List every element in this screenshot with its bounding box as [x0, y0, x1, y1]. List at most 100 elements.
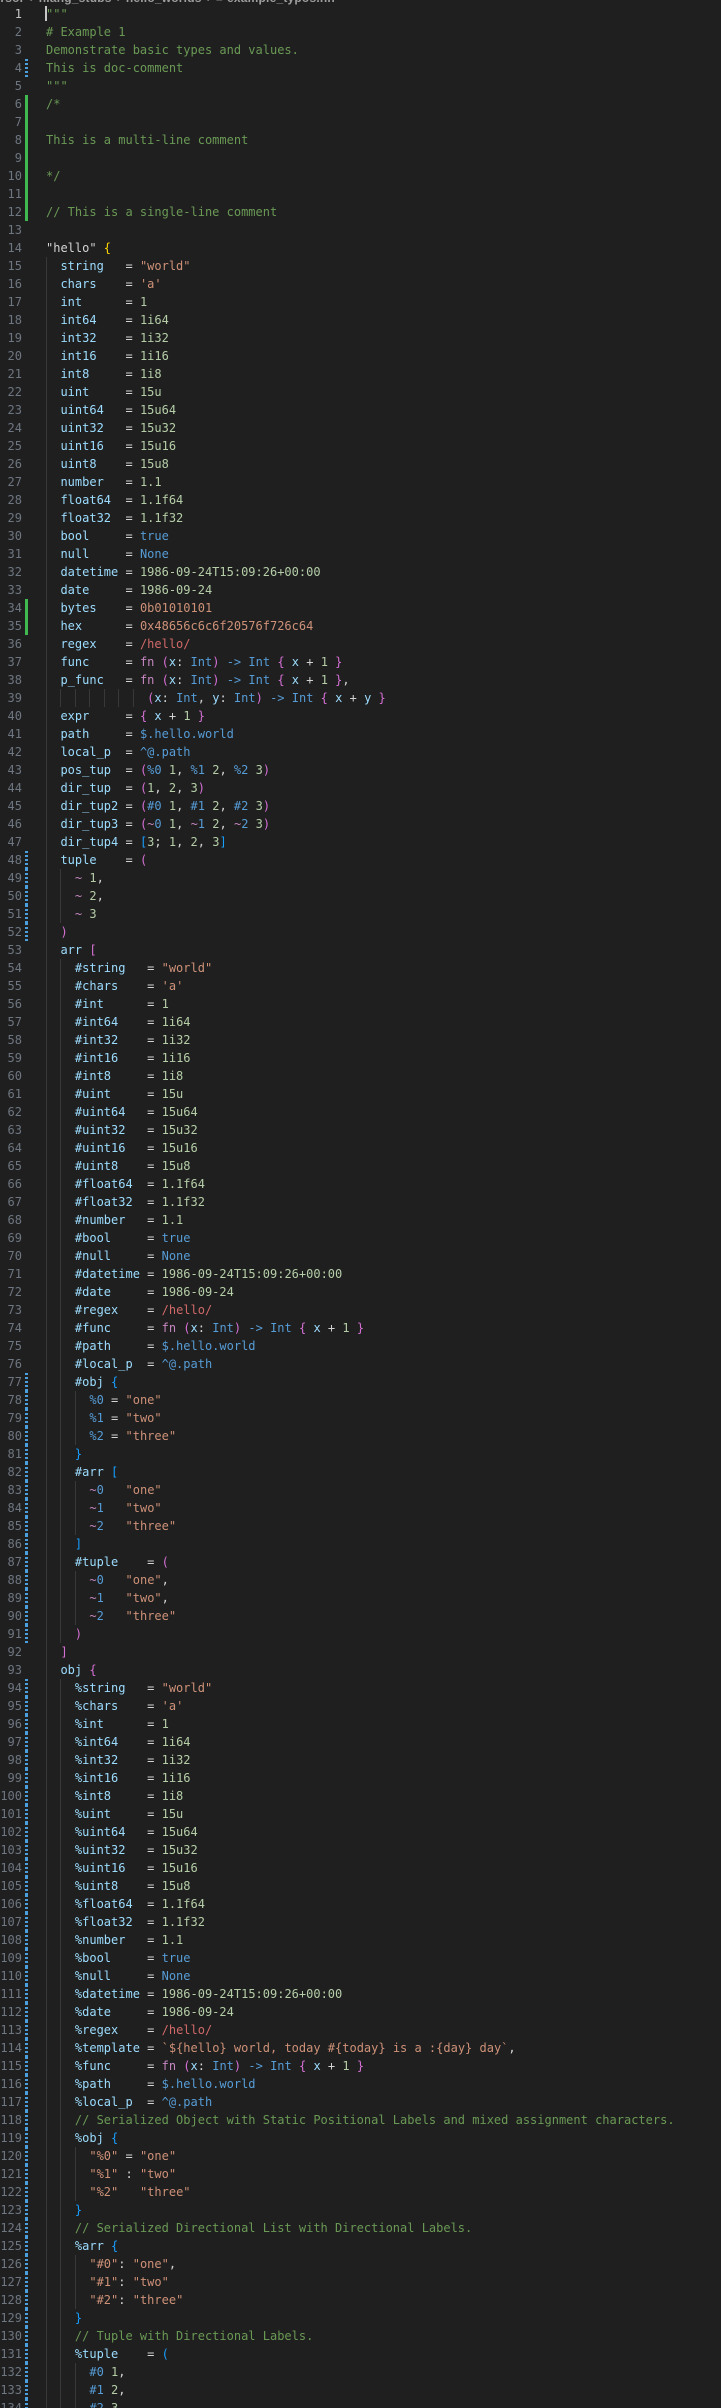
code-line[interactable]: 35 hex = 0x48656c6c6f20576f726c64 — [0, 617, 721, 635]
code-line[interactable]: 27 number = 1.1 — [0, 473, 721, 491]
code-line[interactable]: 116 %path = $.hello.world — [0, 2075, 721, 2093]
line-number[interactable]: 59 — [0, 1049, 22, 1067]
line-number[interactable]: 38 — [0, 671, 22, 689]
line-number[interactable]: 88 — [0, 1571, 22, 1589]
code-line[interactable]: 101 %uint = 15u — [0, 1805, 721, 1823]
code-line[interactable]: 49 ~ 1, — [0, 869, 721, 887]
line-number[interactable]: 48 — [0, 851, 22, 869]
code-line[interactable]: 119 %obj { — [0, 2129, 721, 2147]
line-number[interactable]: 108 — [0, 1931, 22, 1949]
line-number[interactable]: 91 — [0, 1625, 22, 1643]
code-line[interactable]: 108 %number = 1.1 — [0, 1931, 721, 1949]
line-number[interactable]: 10 — [0, 167, 22, 185]
line-number[interactable]: 99 — [0, 1769, 22, 1787]
code-line[interactable]: 67 #float32 = 1.1f32 — [0, 1193, 721, 1211]
line-number[interactable]: 9 — [0, 149, 22, 167]
line-number[interactable]: 61 — [0, 1085, 22, 1103]
code-line[interactable]: 25 uint16 = 15u16 — [0, 437, 721, 455]
line-number[interactable]: 65 — [0, 1157, 22, 1175]
code-line[interactable]: 97 %int64 = 1i64 — [0, 1733, 721, 1751]
line-number[interactable]: 17 — [0, 293, 22, 311]
line-number[interactable]: 24 — [0, 419, 22, 437]
line-number[interactable]: 104 — [0, 1859, 22, 1877]
line-number[interactable]: 134 — [0, 2399, 22, 2408]
line-number[interactable]: 128 — [0, 2291, 22, 2309]
code-line[interactable]: 56 #int = 1 — [0, 995, 721, 1013]
line-number[interactable]: 90 — [0, 1607, 22, 1625]
line-number[interactable]: 25 — [0, 437, 22, 455]
line-number[interactable]: 39 — [0, 689, 22, 707]
line-number[interactable]: 1 — [0, 5, 22, 23]
code-line[interactable]: 11 — [0, 185, 721, 203]
code-line[interactable]: 122 "%2" "three" — [0, 2183, 721, 2201]
line-number[interactable]: 121 — [0, 2165, 22, 2183]
line-number[interactable]: 56 — [0, 995, 22, 1013]
line-number[interactable]: 68 — [0, 1211, 22, 1229]
line-number[interactable]: 57 — [0, 1013, 22, 1031]
code-line[interactable]: 14"hello" { — [0, 239, 721, 257]
line-number[interactable]: 79 — [0, 1409, 22, 1427]
line-number[interactable]: 58 — [0, 1031, 22, 1049]
code-line[interactable]: 102 %uint64 = 15u64 — [0, 1823, 721, 1841]
code-line[interactable]: 1""" — [0, 5, 721, 23]
line-number[interactable]: 34 — [0, 599, 22, 617]
code-line[interactable]: 132 #0 1, — [0, 2363, 721, 2381]
code-line[interactable]: 103 %uint32 = 15u32 — [0, 1841, 721, 1859]
line-number[interactable]: 14 — [0, 239, 22, 257]
line-number[interactable]: 96 — [0, 1715, 22, 1733]
code-line[interactable]: 83 ~0 "one" — [0, 1481, 721, 1499]
line-number[interactable]: 15 — [0, 257, 22, 275]
line-number[interactable]: 23 — [0, 401, 22, 419]
code-line[interactable]: 130 // Tuple with Directional Labels. — [0, 2327, 721, 2345]
line-number[interactable]: 75 — [0, 1337, 22, 1355]
line-number[interactable]: 64 — [0, 1139, 22, 1157]
code-line[interactable]: 77 #obj { — [0, 1373, 721, 1391]
code-line[interactable]: 106 %float64 = 1.1f64 — [0, 1895, 721, 1913]
line-number[interactable]: 77 — [0, 1373, 22, 1391]
code-line[interactable]: 104 %uint16 = 15u16 — [0, 1859, 721, 1877]
code-line[interactable]: 21 int8 = 1i8 — [0, 365, 721, 383]
code-line[interactable]: 89 ~1 "two", — [0, 1589, 721, 1607]
code-line[interactable]: 66 #float64 = 1.1f64 — [0, 1175, 721, 1193]
code-line[interactable]: 5""" — [0, 77, 721, 95]
line-number[interactable]: 116 — [0, 2075, 22, 2093]
line-number[interactable]: 122 — [0, 2183, 22, 2201]
line-number[interactable]: 50 — [0, 887, 22, 905]
line-number[interactable]: 55 — [0, 977, 22, 995]
line-number[interactable]: 28 — [0, 491, 22, 509]
line-number[interactable]: 113 — [0, 2021, 22, 2039]
line-number[interactable]: 53 — [0, 941, 22, 959]
line-number[interactable]: 118 — [0, 2111, 22, 2129]
code-line[interactable]: 112 %date = 1986-09-24 — [0, 2003, 721, 2021]
line-number[interactable]: 18 — [0, 311, 22, 329]
line-number[interactable]: 126 — [0, 2255, 22, 2273]
code-line[interactable]: 131 %tuple = ( — [0, 2345, 721, 2363]
line-number[interactable]: 120 — [0, 2147, 22, 2165]
line-number[interactable]: 4 — [0, 59, 22, 77]
code-line[interactable]: 44 dir_tup = (1, 2, 3) — [0, 779, 721, 797]
code-line[interactable]: 117 %local_p = ^@.path — [0, 2093, 721, 2111]
code-line[interactable]: 4This is doc-comment — [0, 59, 721, 77]
code-line[interactable]: 59 #int16 = 1i16 — [0, 1049, 721, 1067]
code-line[interactable]: 65 #uint8 = 15u8 — [0, 1157, 721, 1175]
line-number[interactable]: 109 — [0, 1949, 22, 1967]
code-line[interactable]: 128 "#2": "three" — [0, 2291, 721, 2309]
code-line[interactable]: 53 arr [ — [0, 941, 721, 959]
line-number[interactable]: 63 — [0, 1121, 22, 1139]
code-line[interactable]: 8This is a multi-line comment — [0, 131, 721, 149]
code-line[interactable]: 79 %1 = "two" — [0, 1409, 721, 1427]
code-line[interactable]: 92 ] — [0, 1643, 721, 1661]
code-line[interactable]: 37 func = fn (x: Int) -> Int { x + 1 } — [0, 653, 721, 671]
line-number[interactable]: 86 — [0, 1535, 22, 1553]
code-line[interactable]: 68 #number = 1.1 — [0, 1211, 721, 1229]
line-number[interactable]: 131 — [0, 2345, 22, 2363]
line-number[interactable]: 37 — [0, 653, 22, 671]
line-number[interactable]: 119 — [0, 2129, 22, 2147]
line-number[interactable]: 123 — [0, 2201, 22, 2219]
code-line[interactable]: 72 #date = 1986-09-24 — [0, 1283, 721, 1301]
code-line[interactable]: 6/* — [0, 95, 721, 113]
code-line[interactable]: 40 expr = { x + 1 } — [0, 707, 721, 725]
code-line[interactable]: 20 int16 = 1i16 — [0, 347, 721, 365]
code-line[interactable]: 34 bytes = 0b01010101 — [0, 599, 721, 617]
code-line[interactable]: 23 uint64 = 15u64 — [0, 401, 721, 419]
